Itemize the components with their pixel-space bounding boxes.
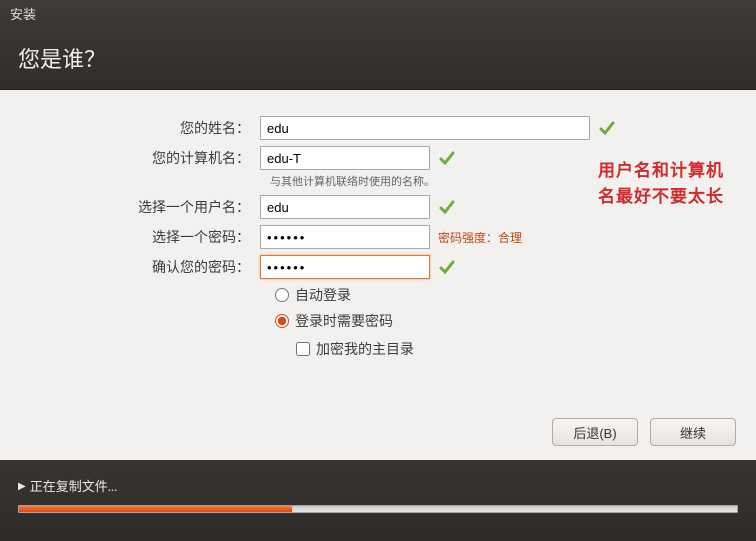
- username-input[interactable]: [260, 195, 430, 219]
- annotation-line2: 名最好不要太长: [598, 184, 724, 210]
- checkbox-encrypt-home[interactable]: [296, 342, 310, 356]
- external-annotation: 用户名和计算机 名最好不要太长: [598, 158, 724, 209]
- annotation-line1: 用户名和计算机: [598, 158, 724, 184]
- check-icon: [438, 149, 456, 167]
- label-password: 选择一个密码：: [0, 227, 260, 247]
- radio-auto-login-label: 自动登录: [295, 285, 351, 305]
- progress-text: 正在复制文件...: [30, 476, 118, 495]
- label-confirm: 确认您的密码：: [0, 257, 260, 277]
- expand-triangle-icon[interactable]: ▶: [18, 480, 26, 492]
- confirm-password-input[interactable]: [260, 255, 430, 279]
- label-name: 您的姓名：: [0, 118, 260, 138]
- check-icon: [598, 119, 616, 137]
- password-strength: 密码强度：合理: [438, 229, 522, 246]
- password-input[interactable]: [260, 225, 430, 249]
- page-header: 您是谁？: [0, 26, 756, 90]
- checkbox-encrypt-home-label: 加密我的主目录: [316, 339, 414, 359]
- titlebar: 安装: [0, 0, 756, 26]
- progress-area: ▶ 正在复制文件...: [0, 460, 756, 540]
- check-icon: [438, 198, 456, 216]
- radio-require-password[interactable]: [275, 314, 289, 328]
- progress-fill: [19, 506, 292, 512]
- progress-bar: [18, 505, 738, 513]
- check-icon: [438, 258, 456, 276]
- window-title: 安装: [10, 4, 36, 23]
- form-area: 您的姓名： 您的计算机名： 与其他计算机联络时使用的名称。 选择一个用户名： 选…: [0, 90, 756, 460]
- label-username: 选择一个用户名：: [0, 197, 260, 217]
- hostname-input[interactable]: [260, 146, 430, 170]
- continue-button[interactable]: 继续: [650, 418, 736, 446]
- radio-auto-login[interactable]: [275, 288, 289, 302]
- back-button[interactable]: 后退(B): [552, 418, 638, 446]
- radio-require-password-label: 登录时需要密码: [295, 311, 393, 331]
- label-hostname: 您的计算机名：: [0, 148, 260, 168]
- name-input[interactable]: [260, 116, 590, 140]
- page-heading: 您是谁？: [18, 42, 106, 74]
